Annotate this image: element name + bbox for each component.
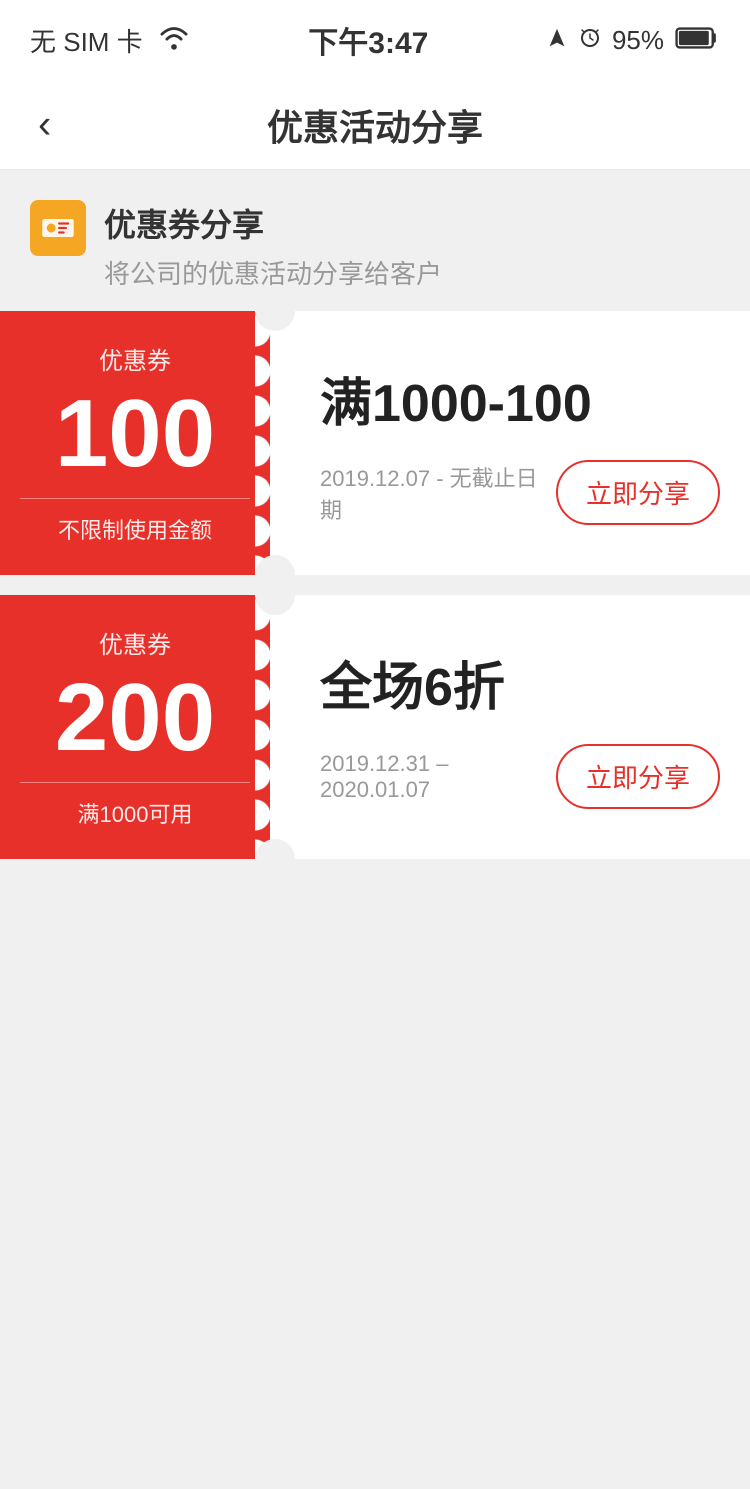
coupon-card-2: 优惠券 200 满1000可用 全场6折 2019.12.31 – 2020.0…: [0, 595, 750, 859]
alarm-icon: [578, 25, 602, 56]
coupon-date-2: 2019.12.31 – 2020.01.07: [320, 751, 540, 803]
coupon-left-1: 优惠券 100 不限制使用金额: [0, 311, 270, 575]
section-icon: [30, 200, 86, 256]
section-title: 优惠券分享: [104, 200, 442, 246]
nav-bar: ‹ 优惠活动分享: [0, 80, 750, 170]
battery-icon: [674, 25, 720, 56]
coupon-card-1: 优惠券 100 不限制使用金额 满1000-100 2019.12.07 - 无…: [0, 311, 750, 575]
location-icon: [546, 25, 568, 56]
coupon-condition-1: 不限制使用金额: [20, 498, 250, 545]
section-description: 将公司的优惠活动分享给客户: [104, 254, 442, 291]
coupon-left-2: 优惠券 200 满1000可用: [0, 595, 270, 859]
coupon-condition-2: 满1000可用: [20, 782, 250, 829]
coupon-meta-2: 2019.12.31 – 2020.01.07 立即分享: [320, 744, 720, 809]
status-time: 下午3:47: [308, 18, 428, 62]
coupon-right-2: 全场6折 2019.12.31 – 2020.01.07 立即分享: [270, 595, 750, 859]
nav-title: 优惠活动分享: [267, 99, 483, 151]
status-right: 95%: [546, 25, 720, 56]
back-button[interactable]: ‹: [28, 92, 61, 157]
coupon-date-1: 2019.12.07 - 无截止日期: [320, 461, 540, 525]
empty-area: [0, 909, 750, 1489]
carrier-text: 无 SIM 卡: [30, 22, 143, 59]
status-left: 无 SIM 卡: [30, 22, 191, 59]
coupon-type-2: 优惠券: [99, 625, 171, 660]
coupon-right-1: 满1000-100 2019.12.07 - 无截止日期 立即分享: [270, 311, 750, 575]
coupon-amount-1: 100: [55, 386, 215, 482]
coupon-title-1: 满1000-100: [320, 361, 720, 436]
coupon-share-btn-2[interactable]: 立即分享: [556, 744, 720, 809]
section-text: 优惠券分享 将公司的优惠活动分享给客户: [104, 200, 442, 291]
coupon-share-btn-1[interactable]: 立即分享: [556, 460, 720, 525]
section-header: 优惠券分享 将公司的优惠活动分享给客户: [0, 170, 750, 311]
wifi-icon: [157, 24, 191, 57]
coupon-type-1: 优惠券: [99, 341, 171, 376]
coupon-title-2: 全场6折: [320, 645, 720, 720]
coupon-list: 优惠券 100 不限制使用金额 满1000-100 2019.12.07 - 无…: [0, 311, 750, 909]
coupon-meta-1: 2019.12.07 - 无截止日期 立即分享: [320, 460, 720, 525]
battery-text: 95%: [612, 25, 664, 56]
status-bar: 无 SIM 卡 下午3:47 95%: [0, 0, 750, 80]
coupon-amount-2: 200: [55, 670, 215, 766]
